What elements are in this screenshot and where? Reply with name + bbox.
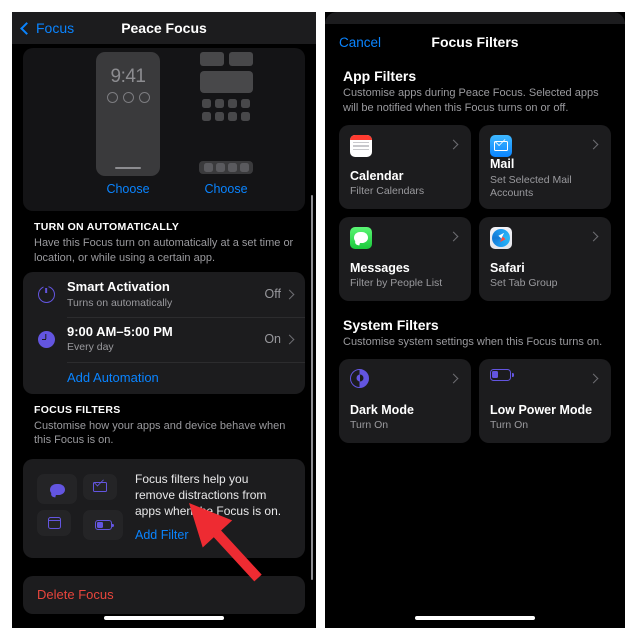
- filter-tile-calendar[interactable]: Calendar Filter Calendars: [339, 124, 471, 209]
- focus-preview-card: 9:41 Choose Choose: [23, 48, 305, 211]
- safari-app-icon: [490, 226, 512, 249]
- lock-screen-home-bar: [115, 166, 141, 169]
- focus-filters-description: Customise how your apps and device behav…: [34, 419, 286, 447]
- turn-on-automatically-header: TURN ON AUTOMATICALLY: [34, 221, 180, 233]
- system-filters-grid: Dark Mode Turn On Low Power Mode Turn On: [325, 358, 625, 443]
- smart-activation-row[interactable]: Smart Activation Turns on automatically …: [23, 272, 305, 317]
- filter-tile-subtitle: Turn On: [490, 419, 529, 432]
- choose-lock-screen-button[interactable]: Choose: [85, 182, 171, 196]
- battery-icon: [83, 510, 123, 541]
- home-widget-large: [199, 71, 253, 93]
- clock-icon: [35, 328, 57, 350]
- chevron-right-icon: [448, 139, 459, 150]
- delete-focus-button[interactable]: Delete Focus: [37, 587, 114, 602]
- smart-activation-value: Off: [264, 287, 281, 302]
- left-navbar: Focus Peace Focus: [12, 12, 316, 44]
- calendar-icon: [37, 510, 71, 537]
- filter-tile-subtitle: Turn On: [350, 419, 389, 432]
- choose-home-screen-button[interactable]: Choose: [183, 182, 269, 196]
- promo-copy: Focus filters help you remove distractio…: [135, 471, 282, 519]
- home-app-grid: [194, 99, 258, 121]
- app-filters-header: App Filters: [343, 68, 417, 84]
- filter-tile-mail[interactable]: Mail Set Selected Mail Accounts: [479, 124, 611, 209]
- focus-filters-header: FOCUS FILTERS: [34, 403, 121, 416]
- automation-group: Smart Activation Turns on automatically …: [23, 272, 305, 394]
- left-phone-frame: Focus Peace Focus 9:41 Choose Choose TUR…: [12, 12, 316, 628]
- filter-tile-title: Calendar: [350, 168, 404, 183]
- left-scrollbar[interactable]: [310, 195, 313, 580]
- home-dock: [199, 161, 253, 174]
- lock-screen-dots: [96, 92, 160, 103]
- filter-tile-safari[interactable]: Safari Set Tab Group: [479, 216, 611, 301]
- right-phone-screen: Cancel Focus Filters App Filters Customi…: [325, 12, 625, 628]
- calendar-app-icon: [350, 134, 372, 157]
- home-screen-preview-column: Choose: [183, 52, 269, 196]
- cancel-button[interactable]: Cancel: [339, 35, 381, 50]
- schedule-row[interactable]: 9:00 AM–5:00 PM Every day On: [23, 316, 305, 362]
- right-navbar: Cancel Focus Filters: [325, 24, 625, 60]
- filter-tile-subtitle: Set Tab Group: [490, 277, 558, 290]
- filter-tile-title: Low Power Mode: [490, 402, 593, 417]
- dark-mode-icon: [350, 368, 369, 388]
- mail-envelope-icon: [83, 474, 117, 501]
- messages-app-icon: [350, 226, 372, 249]
- smart-activation-title: Smart Activation: [67, 279, 170, 295]
- filter-tile-subtitle: Filter Calendars: [350, 185, 425, 198]
- filter-tile-messages[interactable]: Messages Filter by People List: [339, 216, 471, 301]
- home-indicator: [415, 616, 535, 620]
- home-screen-preview[interactable]: [194, 52, 258, 176]
- home-indicator: [104, 616, 224, 620]
- schedule-title: 9:00 AM–5:00 PM: [67, 323, 173, 339]
- turn-on-automatically-description: Have this Focus turn on automatically at…: [34, 237, 294, 264]
- chevron-left-icon: [20, 21, 33, 35]
- chevron-right-icon: [588, 139, 599, 150]
- app-filters-description: Customise apps during Peace Focus. Selec…: [343, 87, 599, 114]
- app-filters-grid: Calendar Filter Calendars Mail Set Selec…: [325, 124, 625, 301]
- smart-activation-subtitle: Turns on automatically: [67, 296, 173, 309]
- chevron-right-icon: [448, 373, 459, 384]
- filter-tile-title: Safari: [490, 260, 525, 275]
- filter-tile-title: Messages: [350, 260, 410, 275]
- right-scroll-content[interactable]: App Filters Customise apps during Peace …: [325, 60, 625, 628]
- filter-tile-title: Mail: [490, 156, 515, 171]
- add-automation-button[interactable]: Add Automation: [23, 361, 305, 394]
- chevron-right-icon: [448, 231, 459, 242]
- filter-tile-low-power-mode[interactable]: Low Power Mode Turn On: [479, 358, 611, 443]
- filter-tile-dark-mode[interactable]: Dark Mode Turn On: [339, 358, 471, 443]
- delete-focus-card[interactable]: Delete Focus: [23, 575, 305, 614]
- lock-screen-preview[interactable]: 9:41: [96, 52, 160, 176]
- focus-filters-promo-card: Focus filters help you remove distractio…: [23, 458, 305, 558]
- add-filter-button[interactable]: Add Filter: [135, 528, 189, 542]
- system-filters-header: System Filters: [343, 316, 439, 333]
- screenshot-stage: Focus Peace Focus 9:41 Choose Choose TUR…: [0, 0, 640, 640]
- power-icon: [35, 283, 57, 305]
- schedule-subtitle: Every day: [67, 341, 114, 354]
- chevron-right-icon: [284, 334, 295, 345]
- filter-tile-title: Dark Mode: [350, 402, 414, 417]
- back-button[interactable]: Focus: [20, 20, 75, 36]
- chevron-right-icon: [588, 231, 599, 242]
- chevron-right-icon: [588, 373, 599, 384]
- schedule-value: On: [264, 332, 281, 347]
- sheet-top-edge: [325, 12, 625, 24]
- low-power-icon: [490, 368, 514, 381]
- chevron-right-icon: [284, 289, 295, 300]
- left-scroll-content[interactable]: 9:41 Choose Choose TURN ON AUTOMATICALLY…: [12, 44, 316, 628]
- promo-icon-grid: [37, 474, 129, 541]
- left-phone-screen: Focus Peace Focus 9:41 Choose Choose TUR…: [12, 12, 316, 628]
- filter-tile-subtitle: Set Selected Mail Accounts: [490, 173, 572, 200]
- lock-screen-preview-column: 9:41 Choose: [85, 52, 171, 196]
- messages-bubble-icon: [37, 474, 77, 505]
- mail-app-icon: [490, 134, 512, 157]
- back-button-label: Focus: [36, 20, 75, 36]
- system-filters-description: Customise system settings when this Focu…: [343, 335, 603, 348]
- right-phone-frame: Cancel Focus Filters App Filters Customi…: [325, 12, 625, 628]
- home-widget-row: [194, 52, 258, 66]
- filter-tile-subtitle: Filter by People List: [350, 277, 443, 290]
- lock-screen-time: 9:41: [110, 66, 146, 87]
